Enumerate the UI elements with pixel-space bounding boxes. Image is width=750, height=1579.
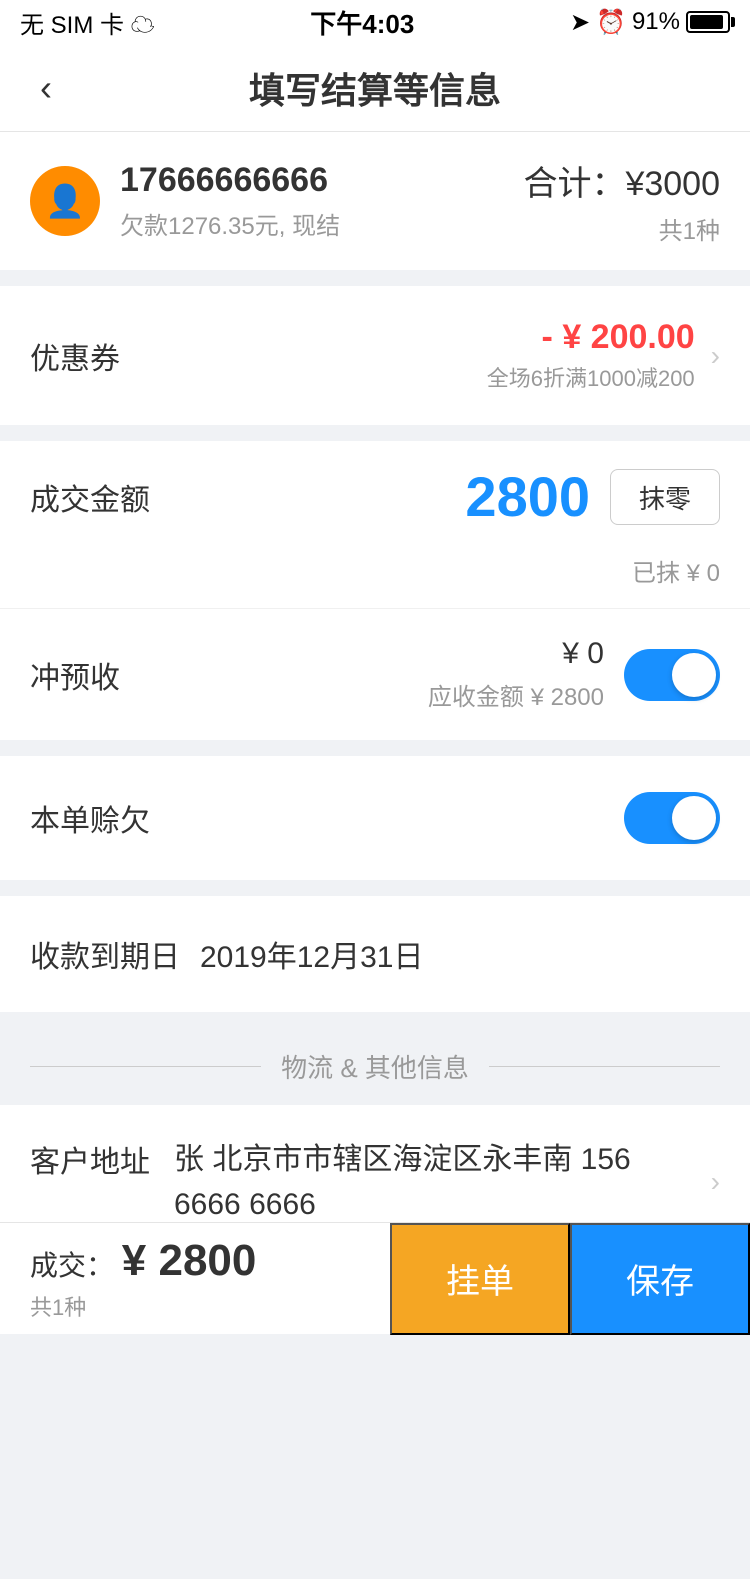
avatar: 👤 [30, 166, 100, 236]
address-value: 张 北京市市辖区海淀区永丰南 156 6666 6666 [174, 1137, 695, 1227]
bottom-deal-line: 成交： ¥ 2800 [30, 1236, 360, 1286]
logistics-divider: 物流 & 其他信息 [0, 1028, 750, 1105]
debt-toggle[interactable] [624, 792, 720, 844]
debt-toggle-knob [672, 796, 716, 840]
coupon-right: - ¥ 200.00 全场6折满1000减200 › [487, 318, 720, 393]
prepaid-amount: ¥ 0 [428, 637, 604, 671]
customer-left: 👤 17666666666 欠款1276.35元, 现结 [30, 161, 340, 241]
bottom-bar: 成交： ¥ 2800 共1种 挂单 保存 [0, 1222, 750, 1334]
status-bar: 无 SIM 卡 ☁ 下午4:03 ➤ ⏰ 91% [0, 0, 750, 44]
deal-amount-right: 2800 抹零 [465, 469, 720, 525]
address-chevron: › [711, 1166, 720, 1198]
due-date-value: 2019年12月31日 [200, 932, 423, 976]
deal-amount-row: 成交金额 2800 抹零 [0, 441, 750, 553]
deal-amount-value: 2800 [465, 469, 590, 525]
due-date-row: 收款到期日 2019年12月31日 [0, 896, 750, 1012]
save-button[interactable]: 保存 [570, 1223, 750, 1335]
customer-debt: 欠款1276.35元, 现结 [120, 206, 340, 241]
address-label: 客户地址 [30, 1137, 150, 1181]
customer-right: 合计：¥3000 共1种 [523, 156, 720, 246]
divider-line-left [30, 1066, 261, 1067]
battery-icon [686, 11, 730, 33]
bottom-deal-label: 成交： [30, 1250, 114, 1281]
total-count: 共1种 [523, 211, 720, 246]
bottom-count: 共1种 [30, 1290, 360, 1322]
status-left: 无 SIM 卡 ☁ [20, 5, 155, 40]
prepaid-right: ¥ 0 应收金额 ¥ 2800 [428, 637, 720, 712]
debt-section: 本单赊欠 [0, 756, 750, 880]
due-date-section: 收款到期日 2019年12月31日 [0, 896, 750, 1012]
prepaid-label: 冲预收 [30, 653, 120, 697]
status-time: 下午4:03 [310, 4, 414, 41]
coupon-info: - ¥ 200.00 全场6折满1000减200 [487, 318, 695, 393]
logistics-label: 物流 & 其他信息 [281, 1048, 469, 1085]
coupon-section: 优惠券 - ¥ 200.00 全场6折满1000减200 › [0, 286, 750, 425]
customer-card: 👤 17666666666 欠款1276.35元, 现结 合计：¥3000 共1… [0, 132, 750, 270]
deal-amount-label: 成交金额 [30, 475, 150, 519]
prepaid-toggle[interactable] [624, 649, 720, 701]
avatar-icon: 👤 [45, 182, 85, 220]
hold-button[interactable]: 挂单 [390, 1223, 570, 1335]
due-date-label: 收款到期日 [30, 932, 180, 976]
alarm-icon: ⏰ [596, 8, 626, 37]
coupon-desc: 全场6折满1000减200 [487, 361, 695, 393]
content: 👤 17666666666 欠款1276.35元, 现结 合计：¥3000 共1… [0, 132, 750, 1579]
prepaid-row: 冲预收 ¥ 0 应收金额 ¥ 2800 [0, 608, 750, 740]
coupon-row[interactable]: 优惠券 - ¥ 200.00 全场6折满1000减200 › [0, 286, 750, 425]
battery-fill [690, 15, 723, 29]
deal-amount-section: 成交金额 2800 抹零 已抹 ¥ 0 冲预收 ¥ 0 应收金额 ¥ 2800 [0, 441, 750, 740]
status-right: ➤ ⏰ 91% [570, 8, 730, 37]
bottom-deal-amount: ¥ 2800 [122, 1236, 257, 1285]
back-button[interactable]: ‹ [24, 66, 68, 110]
coupon-chevron: › [711, 340, 720, 372]
location-icon: ➤ [570, 8, 590, 37]
toggle-knob [672, 653, 716, 697]
coupon-amount: - ¥ 200.00 [487, 318, 695, 357]
customer-info: 17666666666 欠款1276.35元, 现结 [120, 161, 340, 241]
prepaid-sub: 应收金额 ¥ 2800 [428, 677, 604, 712]
sim-label: 无 SIM 卡 ☁ [20, 5, 155, 40]
total-amount: 合计：¥3000 [523, 156, 720, 205]
debt-label: 本单赊欠 [30, 796, 150, 840]
divider-line-right [489, 1066, 720, 1067]
battery-percent: 91% [632, 8, 680, 36]
nav-bar: ‹ 填写结算等信息 [0, 44, 750, 132]
page-title: 填写结算等信息 [249, 62, 501, 114]
prepaid-value-block: ¥ 0 应收金额 ¥ 2800 [428, 637, 604, 712]
debt-row: 本单赊欠 [0, 756, 750, 880]
customer-phone: 17666666666 [120, 161, 340, 200]
coupon-label: 优惠券 [30, 334, 120, 378]
bottom-summary: 成交： ¥ 2800 共1种 [0, 1236, 390, 1322]
deal-sub: 已抹 ¥ 0 [0, 553, 750, 608]
round-zero-button[interactable]: 抹零 [610, 469, 720, 525]
